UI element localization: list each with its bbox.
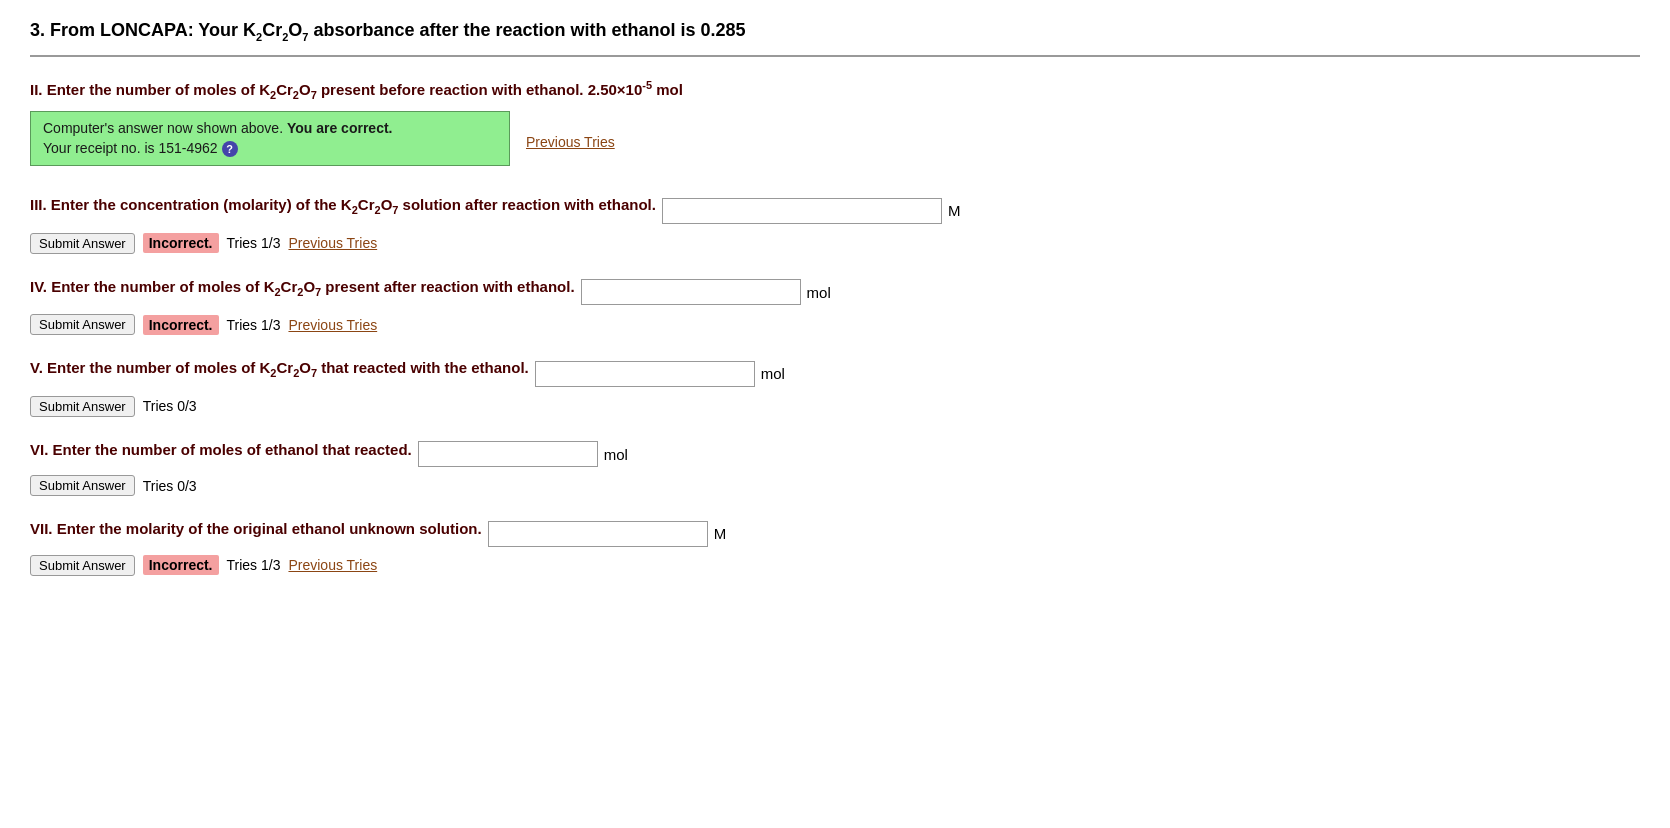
question-II-feedback-row: Computer's answer now shown above. You a… xyxy=(30,111,1640,172)
prev-tries-link-IV[interactable]: Previous Tries xyxy=(288,317,377,333)
question-II: II. Enter the number of moles of K2Cr2O7… xyxy=(30,77,1640,173)
question-V-label-row: V. Enter the number of moles of K2Cr2O7 … xyxy=(30,357,1640,390)
feedback-row-V: Submit Answer Tries 0/3 xyxy=(30,396,1640,417)
submit-button-VI[interactable]: Submit Answer xyxy=(30,475,135,496)
question-V: V. Enter the number of moles of K2Cr2O7 … xyxy=(30,357,1640,417)
question-VI-label-row: VI. Enter the number of moles of ethanol… xyxy=(30,439,1640,470)
unit-IV: mol xyxy=(807,284,831,301)
feedback-row-IV: Submit Answer Incorrect. Tries 1/3 Previ… xyxy=(30,314,1640,335)
info-icon[interactable]: ? xyxy=(222,141,238,157)
submit-button-V[interactable]: Submit Answer xyxy=(30,396,135,417)
question-III-label: III. Enter the concentration (molarity) … xyxy=(30,194,656,219)
tries-VII: Tries 1/3 xyxy=(227,557,281,573)
question-VII-label-row: VII. Enter the molarity of the original … xyxy=(30,518,1640,549)
question-III-label-row: III. Enter the concentration (molarity) … xyxy=(30,194,1640,227)
question-III: III. Enter the concentration (molarity) … xyxy=(30,194,1640,254)
tries-IV: Tries 1/3 xyxy=(227,317,281,333)
prev-tries-link-III[interactable]: Previous Tries xyxy=(288,235,377,251)
tries-III: Tries 1/3 xyxy=(227,235,281,251)
question-VII: VII. Enter the molarity of the original … xyxy=(30,518,1640,576)
question-VII-label: VII. Enter the molarity of the original … xyxy=(30,518,482,541)
question-V-label: V. Enter the number of moles of K2Cr2O7 … xyxy=(30,357,529,382)
submit-button-VII[interactable]: Submit Answer xyxy=(30,555,135,576)
incorrect-badge-III: Incorrect. xyxy=(143,233,219,253)
question-II-label: II. Enter the number of moles of K2Cr2O7… xyxy=(30,77,1640,104)
correct-bold: You are correct. xyxy=(287,120,393,136)
prev-tries-link-II[interactable]: Previous Tries xyxy=(526,134,615,150)
tries-VI: Tries 0/3 xyxy=(143,478,197,494)
answer-input-VI[interactable] xyxy=(418,441,598,467)
question-VI: VI. Enter the number of moles of ethanol… xyxy=(30,439,1640,497)
correct-message: Computer's answer now shown above. xyxy=(43,120,287,136)
tries-V: Tries 0/3 xyxy=(143,398,197,414)
question-VI-label: VI. Enter the number of moles of ethanol… xyxy=(30,439,412,462)
divider xyxy=(30,55,1640,57)
submit-button-IV[interactable]: Submit Answer xyxy=(30,314,135,335)
answer-input-VII[interactable] xyxy=(488,521,708,547)
receipt-line: Your receipt no. is 151-4962 ? xyxy=(43,140,497,157)
feedback-row-VI: Submit Answer Tries 0/3 xyxy=(30,475,1640,496)
question-IV-label-row: IV. Enter the number of moles of K2Cr2O7… xyxy=(30,276,1640,309)
feedback-row-III: Submit Answer Incorrect. Tries 1/3 Previ… xyxy=(30,233,1640,254)
question-IV: IV. Enter the number of moles of K2Cr2O7… xyxy=(30,276,1640,336)
unit-III: M xyxy=(948,202,961,219)
answer-input-III[interactable] xyxy=(662,198,942,224)
answer-input-IV[interactable] xyxy=(581,279,801,305)
feedback-row-VII: Submit Answer Incorrect. Tries 1/3 Previ… xyxy=(30,555,1640,576)
prev-tries-link-VII[interactable]: Previous Tries xyxy=(288,557,377,573)
incorrect-badge-IV: Incorrect. xyxy=(143,315,219,335)
correct-box: Computer's answer now shown above. You a… xyxy=(30,111,510,166)
answer-input-V[interactable] xyxy=(535,361,755,387)
submit-button-III[interactable]: Submit Answer xyxy=(30,233,135,254)
incorrect-badge-VII: Incorrect. xyxy=(143,555,219,575)
page-title: 3. From LONCAPA: Your K2Cr2O7 absorbance… xyxy=(30,20,1640,43)
unit-VI: mol xyxy=(604,446,628,463)
unit-V: mol xyxy=(761,365,785,382)
question-IV-label: IV. Enter the number of moles of K2Cr2O7… xyxy=(30,276,575,301)
unit-VII: M xyxy=(714,525,727,542)
